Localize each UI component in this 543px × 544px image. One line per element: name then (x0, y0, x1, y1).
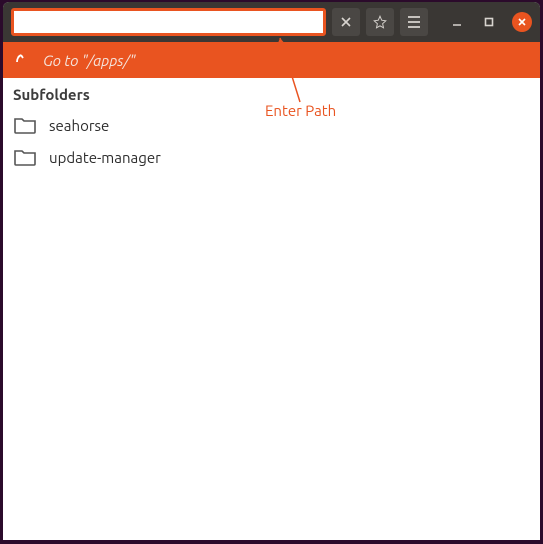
pathbar-text: Go to "/apps/" (43, 52, 135, 69)
folder-icon (13, 115, 37, 135)
window-controls (448, 12, 532, 32)
maximize-icon (484, 17, 494, 27)
menu-button[interactable] (400, 8, 428, 36)
path-input[interactable] (11, 8, 326, 36)
minimize-button[interactable] (448, 13, 466, 31)
bookmark-button[interactable] (366, 8, 394, 36)
star-icon (373, 15, 387, 29)
folder-icon (13, 147, 37, 167)
section-header: Subfolders (3, 78, 540, 109)
list-item[interactable]: seahorse (3, 109, 540, 141)
maximize-button[interactable] (480, 13, 498, 31)
titlebar (3, 2, 540, 42)
item-label: seahorse (49, 117, 109, 134)
window: Go to "/apps/" Subfolders seahorse updat… (3, 2, 540, 540)
hamburger-icon (407, 16, 421, 28)
item-label: update-manager (49, 149, 161, 166)
close-icon (340, 16, 352, 28)
close-icon (517, 17, 527, 27)
pathbar: Go to "/apps/" (3, 42, 540, 78)
content-area: Subfolders seahorse update-manager (3, 78, 540, 540)
back-icon[interactable] (15, 53, 31, 67)
clear-path-button[interactable] (332, 8, 360, 36)
list-item[interactable]: update-manager (3, 141, 540, 173)
close-window-button[interactable] (512, 12, 532, 32)
minimize-icon (452, 17, 462, 27)
